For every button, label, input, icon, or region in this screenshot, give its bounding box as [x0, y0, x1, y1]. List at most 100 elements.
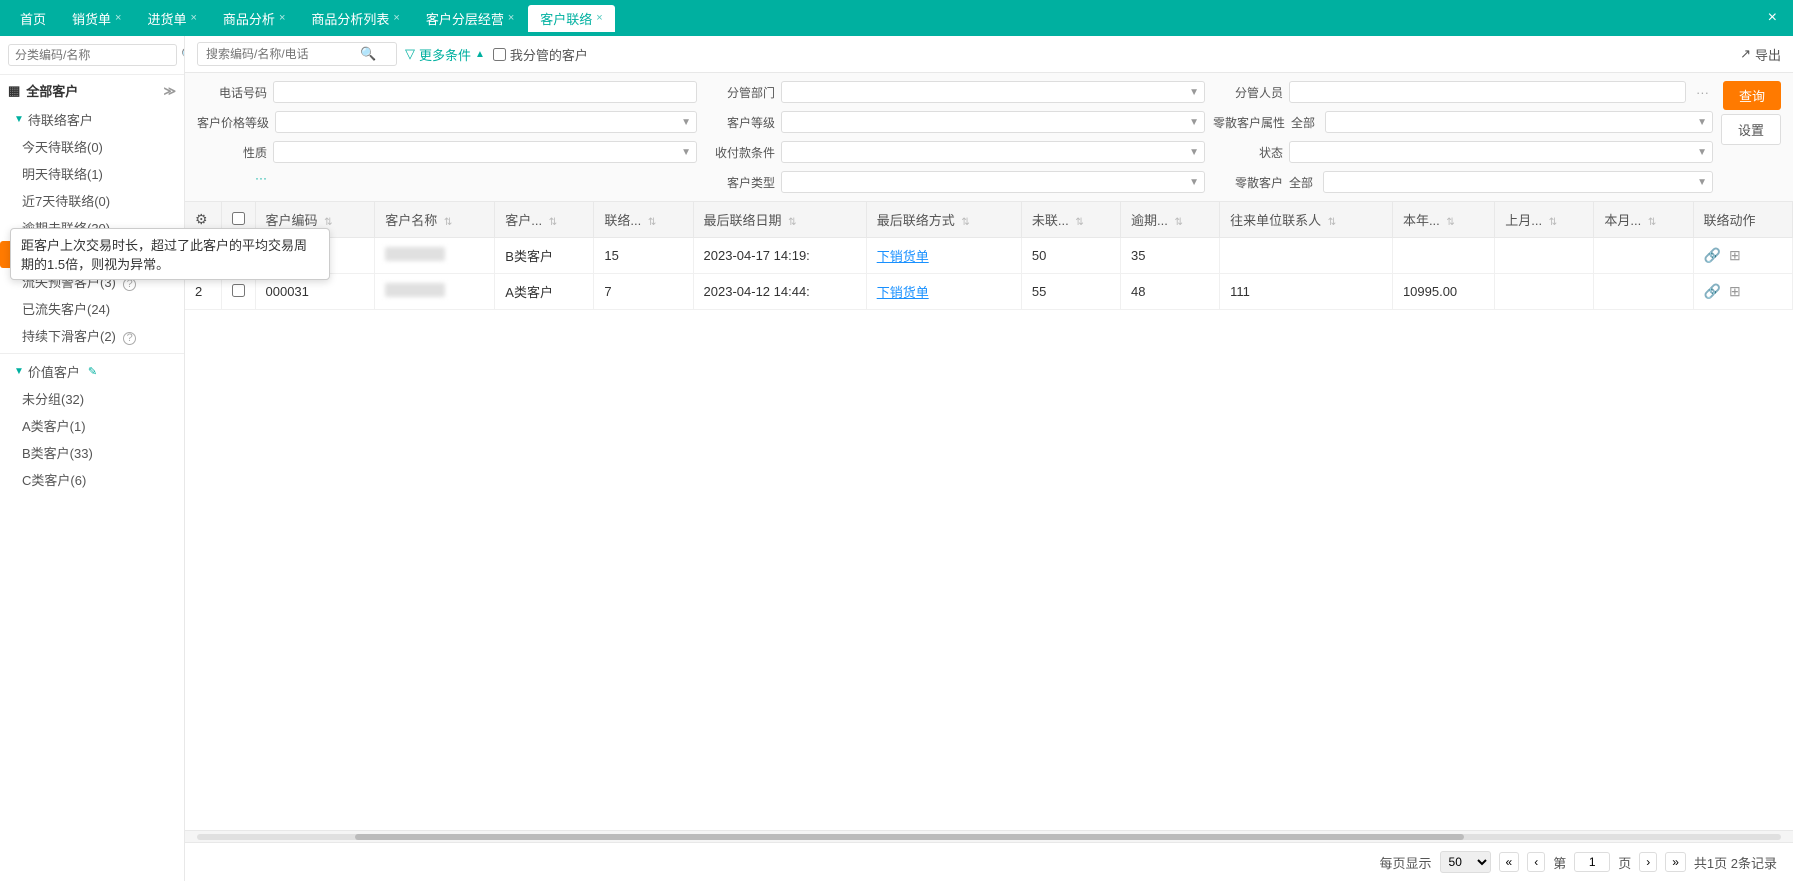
sidebar-search-input[interactable]: [8, 44, 177, 66]
settings-button[interactable]: 设置: [1721, 114, 1781, 145]
help-icon[interactable]: ?: [123, 332, 136, 345]
customer-type-select[interactable]: [781, 171, 1205, 193]
all-customers-header: ▦ 全部客户 ≫: [0, 75, 184, 106]
link-action-icon[interactable]: 🔗: [1704, 247, 1721, 264]
person-input[interactable]: [1289, 81, 1686, 103]
sidebar-item-today-pending[interactable]: 今天待联络(0): [0, 133, 184, 160]
phone-input[interactable]: [273, 81, 697, 103]
search-input[interactable]: [206, 47, 356, 61]
retail-attr-select[interactable]: [1325, 111, 1713, 133]
sidebar-item-declining[interactable]: 持续下滑客户(2) ?: [0, 322, 184, 349]
tab-purchase-order[interactable]: 进货单 ×: [135, 5, 208, 32]
my-customers-checkbox-input[interactable]: [493, 48, 506, 61]
tab-sales-order[interactable]: 销货单 ×: [60, 5, 133, 32]
sort-icon: ⇅: [1549, 217, 1557, 228]
sort-icon: ⇅: [961, 217, 969, 228]
more-conditions-button[interactable]: ▽ 更多条件 ▲: [405, 45, 485, 64]
th-actions: 联络动作: [1693, 202, 1792, 238]
search-icon[interactable]: 🔍: [360, 46, 376, 62]
sidebar-item-lost[interactable]: 已流失客户(24): [0, 295, 184, 322]
contact-way-link[interactable]: 下销货单: [877, 285, 929, 300]
prev-page-button[interactable]: ‹: [1527, 852, 1545, 872]
contact-way-link[interactable]: 下销货单: [877, 249, 929, 264]
value-customer-group[interactable]: ▼ 价值客户 ✎: [0, 358, 184, 385]
close-icon[interactable]: ×: [190, 12, 196, 24]
chevron-down-icon: ▲: [475, 49, 485, 60]
first-page-button[interactable]: «: [1499, 852, 1520, 872]
th-this-month: 本月... ⇅: [1594, 202, 1693, 238]
tab-product-analysis[interactable]: 商品分析 ×: [211, 5, 297, 32]
nature-select[interactable]: [273, 141, 697, 163]
cell-last-contact-way: 下销货单: [866, 274, 1021, 310]
export-button[interactable]: ↗ 导出: [1740, 45, 1781, 64]
sort-icon: ⇅: [1446, 217, 1454, 228]
row-checkbox[interactable]: [232, 284, 245, 297]
filter-customer-type: 客户类型 ▼: [705, 171, 1205, 193]
query-button[interactable]: 查询: [1723, 81, 1781, 110]
per-page-select[interactable]: 50 100 200: [1440, 851, 1491, 873]
close-icon[interactable]: ×: [508, 12, 514, 24]
tab-product-analysis-list[interactable]: 商品分析列表 ×: [299, 5, 411, 32]
tab-customer-tier[interactable]: 客户分层经营 ×: [414, 5, 526, 32]
dept-select[interactable]: [781, 81, 1205, 103]
sidebar-item-ungrouped[interactable]: 未分组(32): [0, 385, 184, 412]
grid-action-icon[interactable]: ⊞: [1729, 283, 1741, 300]
filter-person: 分管人员 ···: [1213, 81, 1713, 103]
page-number-input[interactable]: [1574, 852, 1610, 872]
sidebar-divider: [0, 353, 184, 354]
th-last-month: 上月... ⇅: [1495, 202, 1594, 238]
sort-icon: ⇅: [324, 217, 332, 228]
arrow-icon: ▼: [14, 114, 24, 125]
grid-action-icon[interactable]: ⊞: [1729, 247, 1741, 264]
filter-col-3: 分管人员 ··· 零散客户属性 全部 ▼ 状态: [1213, 81, 1713, 193]
cell-this-year: 10995.00: [1392, 274, 1494, 310]
table-settings-icon[interactable]: ⚙: [195, 211, 208, 227]
th-last-contact-date: 最后联络日期 ⇅: [693, 202, 866, 238]
customer-grade-select[interactable]: [781, 111, 1205, 133]
retail-customer-select[interactable]: [1323, 171, 1713, 193]
close-icon[interactable]: ×: [279, 12, 285, 24]
scrollbar-thumb[interactable]: [355, 834, 1464, 840]
edit-icon[interactable]: ✎: [88, 365, 97, 378]
horizontal-scrollbar[interactable]: [185, 830, 1793, 842]
cell-last-month: [1495, 238, 1594, 274]
th-name: 客户名称 ⇅: [375, 202, 495, 238]
sidebar-item-7day-pending[interactable]: 近7天待联络(0): [0, 187, 184, 214]
close-icon[interactable]: ×: [115, 12, 121, 24]
sidebar: 🔍 ▦ 全部客户 ≫ ▼ 待联络客户 今天待联络(0) 明天待联络(1) 近7天…: [0, 36, 185, 881]
cell-type: B类客户: [495, 238, 594, 274]
sidebar-item-class-b[interactable]: B类客户(33): [0, 439, 184, 466]
tab-customer-contact[interactable]: 客户联络 ×: [528, 5, 614, 32]
main-layout: 🔍 ▦ 全部客户 ≫ ▼ 待联络客户 今天待联络(0) 明天待联络(1) 近7天…: [0, 36, 1793, 881]
close-all-button[interactable]: ×: [1760, 9, 1785, 27]
cell-unit-contact: [1220, 238, 1393, 274]
sidebar-item-class-c[interactable]: C类客户(6): [0, 466, 184, 493]
next-page-button[interactable]: ›: [1639, 852, 1657, 872]
advanced-filter-area: 电话号码 客户价格等级 ▼ 性质 ▼: [185, 73, 1793, 202]
status-select[interactable]: [1289, 141, 1713, 163]
table-row: 1 000039 B类客户 15 2023-04-17 14:19: 下销货单 …: [185, 238, 1793, 274]
collapse-button[interactable]: ≫: [163, 84, 176, 98]
close-icon[interactable]: ×: [596, 12, 602, 24]
pending-contact-group[interactable]: ▼ 待联络客户: [0, 106, 184, 133]
data-table-container: ⚙ 客户编码 ⇅ 客户名称 ⇅: [185, 202, 1793, 830]
sort-icon: ⇅: [1174, 217, 1182, 228]
tab-home[interactable]: 首页: [8, 5, 58, 32]
cell-last-contact-way: 下销货单: [866, 238, 1021, 274]
cell-actions: 🔗 ⊞: [1693, 238, 1792, 274]
more-filters-label[interactable]: ···: [197, 171, 267, 185]
link-action-icon[interactable]: 🔗: [1704, 283, 1721, 300]
filter-dept: 分管部门 ▼: [705, 81, 1205, 103]
select-all-checkbox[interactable]: [232, 212, 245, 225]
last-page-button[interactable]: »: [1665, 852, 1686, 872]
filter-retail-customer: 零散客户 全部 ▼: [1213, 171, 1713, 193]
ellipsis-icon[interactable]: ···: [1692, 85, 1713, 100]
sidebar-item-tomorrow-pending[interactable]: 明天待联络(1): [0, 160, 184, 187]
payment-terms-select[interactable]: [781, 141, 1205, 163]
close-icon[interactable]: ×: [393, 12, 399, 24]
filter-col-2: 分管部门 ▼ 客户等级 ▼ 收付款条件: [705, 81, 1205, 193]
price-grade-select[interactable]: [275, 111, 697, 133]
cell-type: A类客户: [495, 274, 594, 310]
sidebar-item-class-a[interactable]: A类客户(1): [0, 412, 184, 439]
filter-phone: 电话号码: [197, 81, 697, 103]
